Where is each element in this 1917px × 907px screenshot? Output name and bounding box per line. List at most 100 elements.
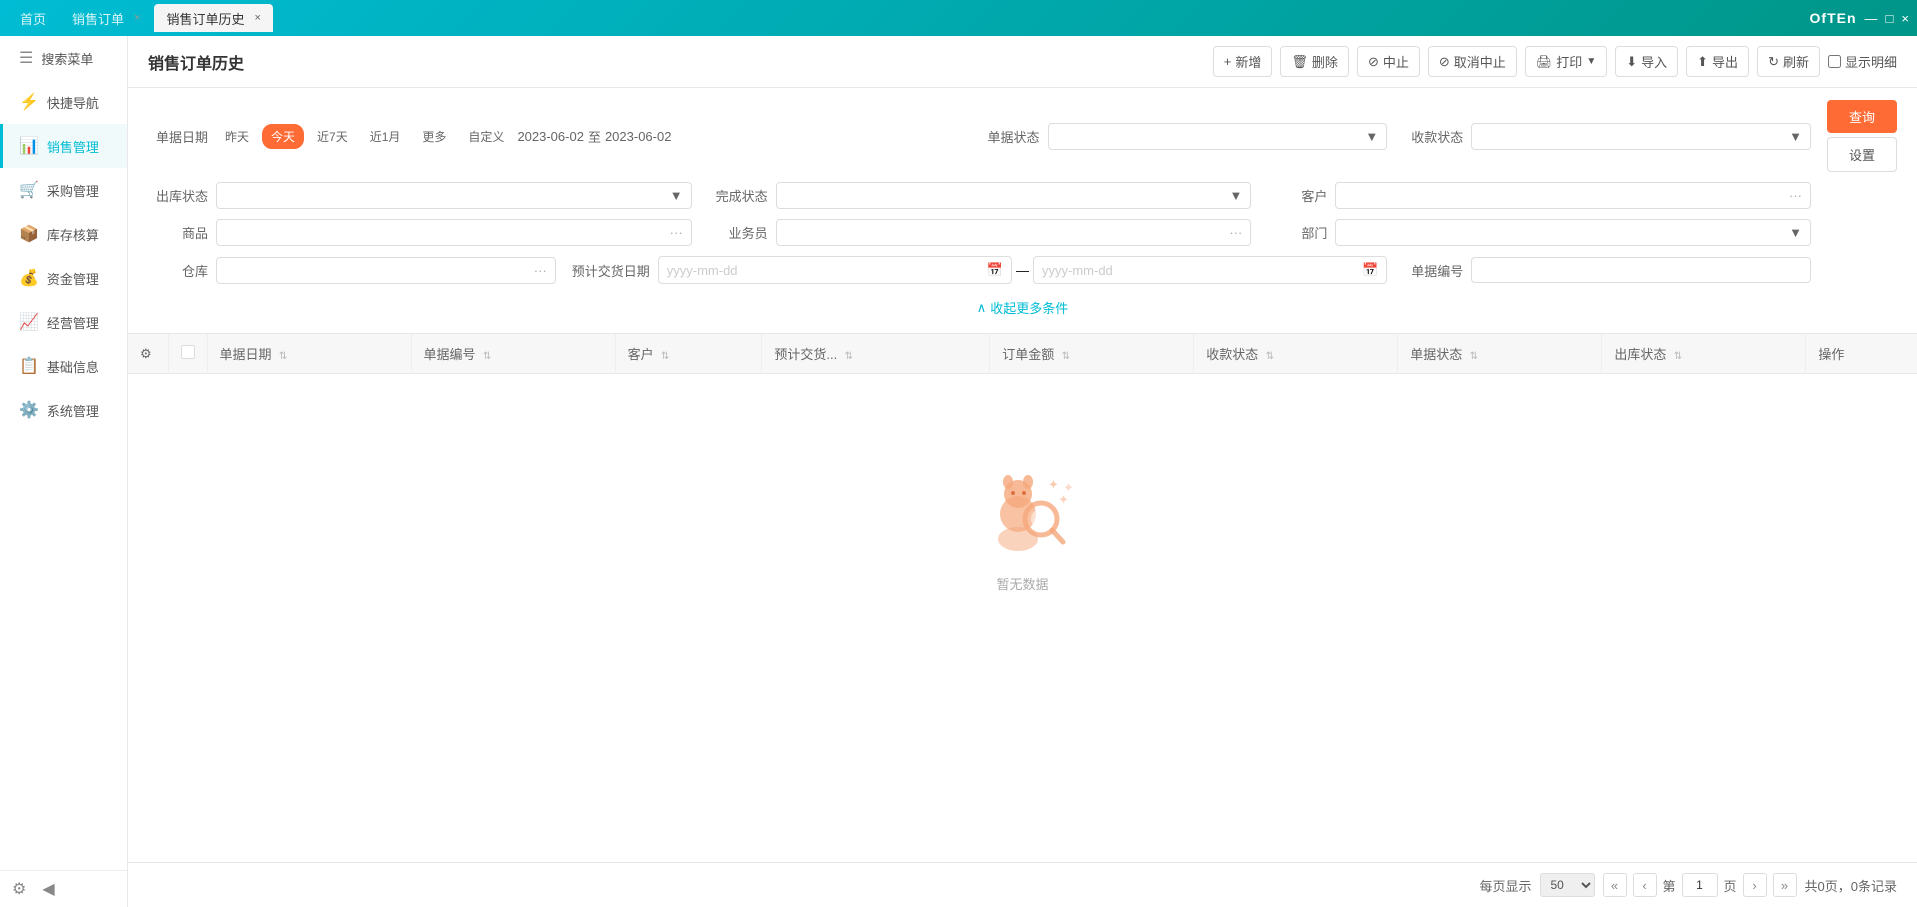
col-amount[interactable]: 订单金额 ⇅ — [990, 334, 1194, 374]
customer-ellipsis: ··· — [1789, 188, 1802, 203]
outbound-status-select[interactable]: ▼ — [216, 182, 692, 209]
display-cols-checkbox[interactable] — [1828, 55, 1841, 68]
goods-select[interactable]: ··· — [216, 219, 692, 246]
col-receipt-status[interactable]: 收款状态 ⇅ — [1194, 334, 1398, 374]
sidebar-item-sales-mgmt[interactable]: 📊 销售管理 — [0, 124, 127, 168]
prev-page-btn[interactable]: ‹ — [1633, 873, 1657, 897]
sidebar-item-search-menu[interactable]: ☰ 搜索菜单 — [0, 36, 127, 80]
page-size-select[interactable]: 50 20 100 200 — [1540, 873, 1595, 897]
sidebar-item-quick-nav[interactable]: ⚡ 快捷导航 — [0, 80, 127, 124]
salesperson-select[interactable]: ··· — [776, 219, 1252, 246]
delete-button[interactable]: 🗑 删除 — [1280, 46, 1349, 77]
filter-order-number: 单据编号 — [1403, 257, 1811, 283]
filter-row-3: 商品 ··· 业务员 ··· 部门 — [148, 219, 1897, 246]
next-page-btn[interactable]: › — [1743, 873, 1767, 897]
order-status-dropdown-icon: ▼ — [1365, 129, 1378, 144]
date-btn-today[interactable]: 今天 — [262, 124, 304, 149]
sidebar-settings-icon[interactable]: ⚙ — [12, 879, 26, 899]
collapse-row: ∧ 收起更多条件 — [148, 294, 1897, 321]
tab-sales-order[interactable]: 销售订单 × — [60, 4, 152, 32]
query-button[interactable]: 查询 — [1827, 100, 1897, 133]
completion-status-select[interactable]: ▼ — [776, 182, 1252, 209]
filter-expected-delivery: 预计交货日期 yyyy-mm-dd 📅 — yyyy-mm-dd 📅 — [572, 256, 1388, 284]
suspend-button[interactable]: ⊘ 中止 — [1357, 46, 1420, 77]
date-range-end: 2023-06-02 — [605, 129, 672, 144]
sidebar-item-inventory-mgmt[interactable]: 📦 库存核算 — [0, 212, 127, 256]
date-btn-last1m[interactable]: 近1月 — [361, 124, 410, 149]
col-date[interactable]: 单据日期 ⇅ — [207, 334, 411, 374]
prev-page-icon: ‹ — [1642, 878, 1646, 893]
sidebar-bottom: ⚙ ◀ — [0, 870, 127, 907]
new-button[interactable]: + 新增 — [1213, 46, 1273, 77]
sidebar-item-purchase-mgmt-label: 采购管理 — [47, 181, 99, 200]
order-number-input[interactable] — [1471, 257, 1811, 283]
department-select[interactable]: ▼ — [1335, 219, 1811, 246]
sidebar-item-sales-mgmt-label: 销售管理 — [47, 137, 99, 156]
col-expected-delivery[interactable]: 预计交货... ⇅ — [762, 334, 990, 374]
select-all-checkbox[interactable] — [181, 345, 195, 359]
col-expected-delivery-label: 预计交货... — [774, 347, 837, 362]
print-button[interactable]: 🖨 打印 ▼ — [1525, 46, 1607, 77]
display-cols-control[interactable]: 显示明细 — [1828, 52, 1897, 71]
sidebar-item-operations-mgmt[interactable]: 📈 经营管理 — [0, 300, 127, 344]
order-status-select[interactable]: ▼ — [1048, 123, 1388, 150]
setting-button[interactable]: 设置 — [1827, 137, 1897, 172]
minimize-btn[interactable]: — — [1865, 11, 1878, 26]
col-amount-sort-icon: ⇅ — [1062, 351, 1070, 362]
col-order-no[interactable]: 单据编号 ⇅ — [411, 334, 615, 374]
filter-completion-status: 完成状态 ▼ — [708, 182, 1252, 209]
date-btn-custom[interactable]: 自定义 — [459, 124, 513, 149]
col-order-no-label: 单据编号 — [424, 347, 476, 362]
expected-delivery-start[interactable]: yyyy-mm-dd 📅 — [658, 256, 1012, 284]
first-page-btn[interactable]: « — [1603, 873, 1627, 897]
date-btn-last7[interactable]: 近7天 — [308, 124, 357, 149]
svg-text:✦: ✦ — [1048, 477, 1059, 492]
close-btn[interactable]: × — [1901, 11, 1909, 26]
tab-sales-order-close[interactable]: × — [134, 12, 140, 24]
sidebar-item-basic-info[interactable]: 📋 基础信息 — [0, 344, 127, 388]
import-label: 导入 — [1641, 52, 1667, 71]
cancel-suspend-button[interactable]: ⊘ 取消中止 — [1428, 46, 1517, 77]
col-customer[interactable]: 客户 ⇅ — [615, 334, 762, 374]
tab-home[interactable]: 首页 — [8, 4, 58, 32]
col-order-status[interactable]: 单据状态 ⇅ — [1398, 334, 1602, 374]
customer-label: 客户 — [1267, 186, 1327, 205]
table-area: ⚙ 单据日期 ⇅ 单据编号 ⇅ — [128, 334, 1917, 862]
col-date-sort-icon: ⇅ — [279, 351, 287, 362]
sidebar-item-system-mgmt-label: 系统管理 — [47, 401, 99, 420]
tab-sales-order-history[interactable]: 销售订单历史 × — [154, 4, 272, 32]
maximize-btn[interactable]: □ — [1886, 11, 1894, 26]
sidebar-item-funds-mgmt[interactable]: 💰 资金管理 — [0, 256, 127, 300]
export-button[interactable]: ⬆ 导出 — [1686, 46, 1749, 77]
data-table: ⚙ 单据日期 ⇅ 单据编号 ⇅ — [128, 334, 1917, 673]
col-settings[interactable]: ⚙ — [128, 334, 168, 374]
date-label: 单据日期 — [148, 127, 208, 146]
col-outbound-status[interactable]: 出库状态 ⇅ — [1602, 334, 1806, 374]
page-input[interactable] — [1682, 873, 1718, 897]
date-btn-yesterday[interactable]: 昨天 — [216, 124, 258, 149]
sidebar-item-system-mgmt[interactable]: ⚙️ 系统管理 — [0, 388, 127, 432]
goods-ellipsis: ··· — [670, 225, 683, 240]
date-control: 昨天 今天 近7天 近1月 更多 自定义 2023-06-02 至 2023-0… — [216, 124, 964, 149]
refresh-button[interactable]: ↻ 刷新 — [1757, 46, 1820, 77]
settings-icon[interactable]: ⚙ — [140, 346, 152, 361]
import-button[interactable]: ⬇ 导入 — [1615, 46, 1678, 77]
sidebar-collapse-icon[interactable]: ◀ — [42, 879, 54, 899]
window-controls: OfTEn — □ × — [1810, 10, 1909, 26]
outbound-status-dropdown-icon: ▼ — [670, 188, 683, 203]
tab-sales-order-history-close[interactable]: × — [254, 12, 260, 24]
date-btn-more[interactable]: 更多 — [413, 124, 455, 149]
collapse-button[interactable]: ∧ 收起更多条件 — [973, 294, 1073, 321]
receipt-status-select[interactable]: ▼ — [1471, 123, 1811, 150]
customer-select[interactable]: ··· — [1335, 182, 1811, 209]
warehouse-select[interactable]: ··· — [216, 257, 556, 284]
suspend-label: 中止 — [1383, 52, 1409, 71]
sidebar-item-purchase-mgmt[interactable]: 🛒 采购管理 — [0, 168, 127, 212]
last-page-btn[interactable]: » — [1773, 873, 1797, 897]
order-status-label: 单据状态 — [980, 127, 1040, 146]
print-icon: 🖨 — [1536, 54, 1553, 70]
col-checkbox[interactable] — [168, 334, 207, 374]
export-icon: ⬆ — [1697, 54, 1708, 70]
expected-delivery-start-placeholder: yyyy-mm-dd — [667, 263, 738, 278]
expected-delivery-end[interactable]: yyyy-mm-dd 📅 — [1033, 256, 1387, 284]
